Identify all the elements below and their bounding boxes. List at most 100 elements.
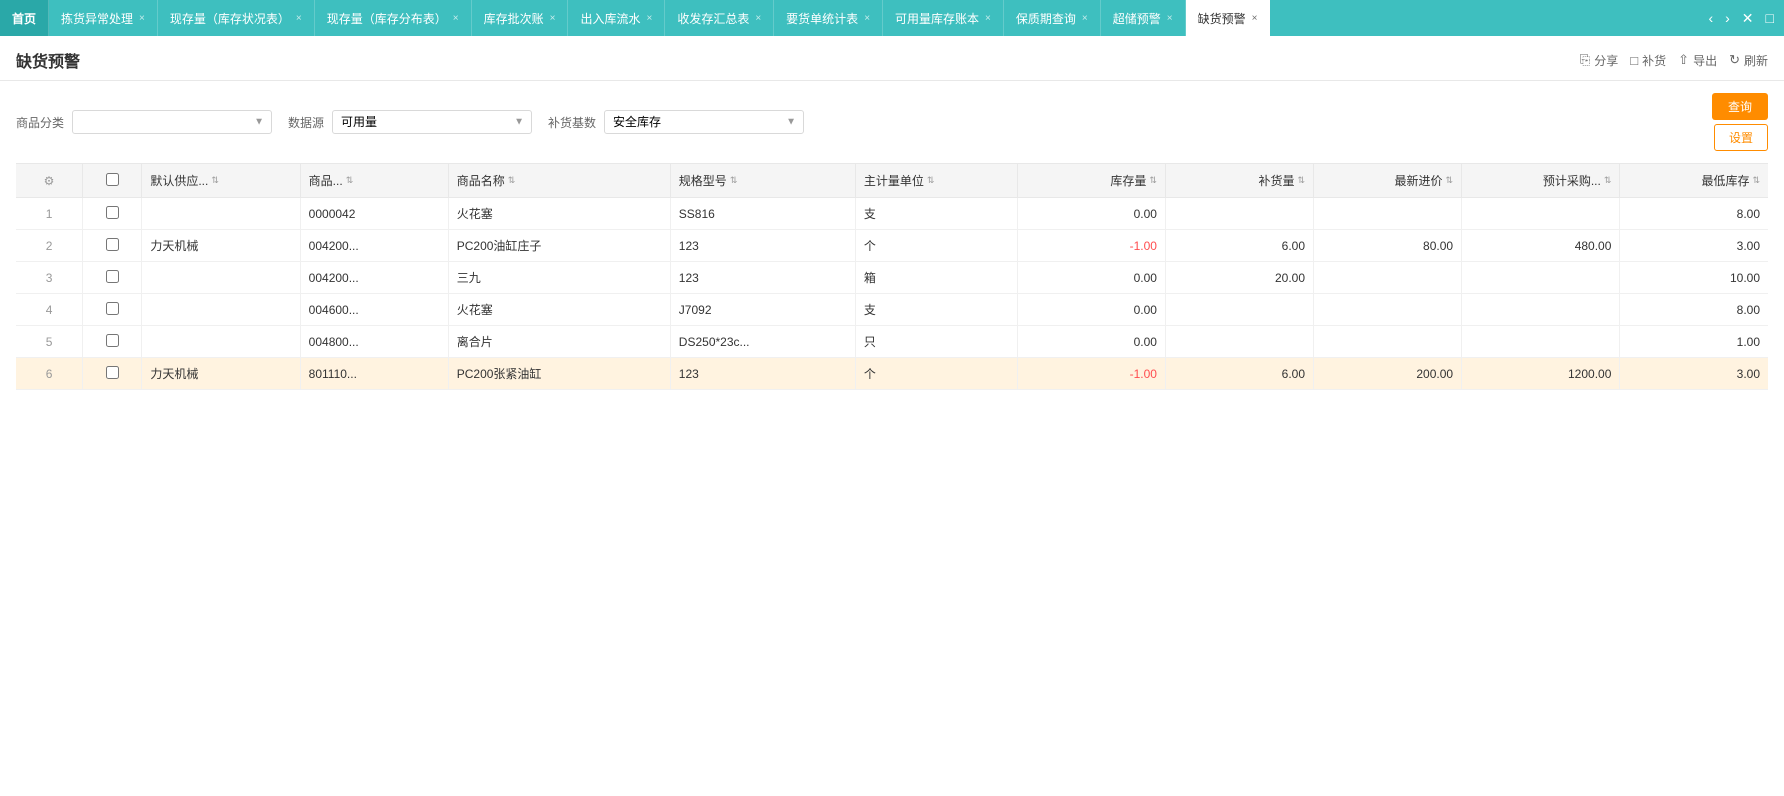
row-checkbox[interactable]	[106, 302, 119, 315]
row-supplier	[142, 326, 300, 358]
tab-order-stat[interactable]: 要货单统计表 ×	[774, 0, 883, 36]
tab-shortage[interactable]: 缺货预警 ×	[1186, 0, 1271, 36]
tab-close-button[interactable]: ✕	[1736, 6, 1760, 31]
row-spec: 123	[670, 230, 855, 262]
table-row: 5 004800... 离合片 DS250*23c... 只 0.00 1.00	[16, 326, 1768, 358]
main-content: 缺货预警 ⎘ 分享 □ 补货 ⇧ 导出 ↻ 刷新 商品分类	[0, 36, 1784, 796]
table-container: ⚙ 默认供应... ⇅ 商品... ⇅	[0, 163, 1784, 390]
row-supplier: 力天机械	[142, 358, 300, 390]
row-checkbox-cell[interactable]	[83, 358, 142, 390]
close-tab-receive[interactable]: ×	[755, 13, 761, 24]
datasource-select[interactable]: 可用量	[332, 110, 532, 134]
category-select-wrapper	[72, 110, 272, 134]
refresh-button[interactable]: ↻ 刷新	[1729, 52, 1768, 69]
sort-icon-spec: ⇅	[730, 175, 738, 186]
close-tab-batch[interactable]: ×	[550, 13, 556, 24]
row-sku: 004200...	[300, 262, 448, 294]
row-checkbox-cell[interactable]	[83, 294, 142, 326]
th-spec[interactable]: 规格型号 ⇅	[670, 164, 855, 198]
close-tab-inout[interactable]: ×	[646, 13, 652, 24]
close-tab-shortage[interactable]: ×	[1252, 13, 1258, 24]
row-sku: 004600...	[300, 294, 448, 326]
th-stock[interactable]: 库存量 ⇅	[1017, 164, 1165, 198]
sort-icon-unit: ⇅	[927, 175, 935, 186]
row-checkbox[interactable]	[106, 206, 119, 219]
row-latest-price	[1314, 198, 1462, 230]
row-supplier	[142, 262, 300, 294]
tab-overstock[interactable]: 超储预警 ×	[1101, 0, 1186, 36]
replenish-icon: □	[1630, 53, 1638, 68]
close-tab-overstock[interactable]: ×	[1167, 13, 1173, 24]
row-sku: 004200...	[300, 230, 448, 262]
tab-expiry[interactable]: 保质期查询 ×	[1004, 0, 1101, 36]
tab-batch[interactable]: 库存批次账 ×	[472, 0, 569, 36]
settings-icon[interactable]: ⚙	[44, 174, 55, 188]
row-checkbox-cell[interactable]	[83, 230, 142, 262]
replenish-base-label: 补货基数	[548, 114, 596, 131]
datasource-select-wrapper: 可用量	[332, 110, 532, 134]
share-button[interactable]: ⎘ 分享	[1580, 52, 1618, 69]
row-unit: 支	[855, 198, 1017, 230]
th-min-stock[interactable]: 最低库存 ⇅	[1620, 164, 1768, 198]
settings-button[interactable]: 设置	[1714, 124, 1768, 151]
row-replenish: 20.00	[1165, 262, 1313, 294]
row-stock: 0.00	[1017, 198, 1165, 230]
close-tab-available[interactable]: ×	[985, 13, 991, 24]
tab-prev-button[interactable]: ‹	[1702, 6, 1719, 30]
th-settings[interactable]: ⚙	[16, 164, 83, 198]
sort-icon-forecast: ⇅	[1604, 175, 1612, 186]
tab-available[interactable]: 可用量库存账本 ×	[883, 0, 1004, 36]
tab-stock-status[interactable]: 现存量（库存状况表） ×	[158, 0, 315, 36]
row-latest-price	[1314, 294, 1462, 326]
category-select[interactable]	[72, 110, 272, 134]
row-checkbox-cell[interactable]	[83, 262, 142, 294]
row-checkbox[interactable]	[106, 366, 119, 379]
row-stock: -1.00	[1017, 230, 1165, 262]
tab-home[interactable]: 首页	[0, 0, 49, 36]
row-spec: 123	[670, 262, 855, 294]
row-latest-price: 200.00	[1314, 358, 1462, 390]
close-tab-expiry[interactable]: ×	[1082, 13, 1088, 24]
th-name[interactable]: 商品名称 ⇅	[448, 164, 670, 198]
row-checkbox-cell[interactable]	[83, 326, 142, 358]
close-tab-stock-status[interactable]: ×	[296, 13, 302, 24]
row-checkbox-cell[interactable]	[83, 198, 142, 230]
tab-receive[interactable]: 收发存汇总表 ×	[665, 0, 774, 36]
close-tab-stock-dist[interactable]: ×	[453, 13, 459, 24]
export-button[interactable]: ⇧ 导出	[1678, 52, 1717, 69]
th-latest-price[interactable]: 最新进价 ⇅	[1314, 164, 1462, 198]
row-unit: 支	[855, 294, 1017, 326]
tab-expand-button[interactable]: □	[1760, 6, 1780, 30]
row-spec: DS250*23c...	[670, 326, 855, 358]
th-replenish[interactable]: 补货量 ⇅	[1165, 164, 1313, 198]
row-checkbox[interactable]	[106, 238, 119, 251]
th-sku[interactable]: 商品... ⇅	[300, 164, 448, 198]
sort-icon-sku: ⇅	[346, 175, 354, 186]
row-forecast	[1462, 262, 1620, 294]
close-tab-abnormal[interactable]: ×	[139, 13, 145, 24]
tab-inout[interactable]: 出入库流水 ×	[568, 0, 665, 36]
category-label: 商品分类	[16, 114, 64, 131]
sort-icon-name: ⇅	[508, 175, 516, 186]
query-button[interactable]: 查询	[1712, 93, 1768, 120]
row-name: 火花塞	[448, 198, 670, 230]
close-tab-order-stat[interactable]: ×	[864, 13, 870, 24]
th-forecast[interactable]: 预计采购... ⇅	[1462, 164, 1620, 198]
th-checkbox[interactable]	[83, 164, 142, 198]
row-supplier	[142, 294, 300, 326]
table-row: 6 力天机械 801110... PC200张紧油缸 123 个 -1.00 6…	[16, 358, 1768, 390]
th-unit[interactable]: 主计量单位 ⇅	[855, 164, 1017, 198]
replenish-button[interactable]: □ 补货	[1630, 52, 1666, 69]
row-checkbox[interactable]	[106, 270, 119, 283]
tab-next-button[interactable]: ›	[1719, 6, 1736, 30]
tab-abnormal[interactable]: 拣货异常处理 ×	[49, 0, 158, 36]
tab-stock-dist[interactable]: 现存量（库存分布表） ×	[315, 0, 472, 36]
select-all-checkbox[interactable]	[106, 173, 119, 186]
row-supplier	[142, 198, 300, 230]
row-checkbox[interactable]	[106, 334, 119, 347]
filter-replenish-base: 补货基数 安全库存	[548, 110, 804, 134]
replenish-base-select[interactable]: 安全库存	[604, 110, 804, 134]
row-forecast	[1462, 326, 1620, 358]
filter-bar: 商品分类 数据源 可用量 补货基数 安全库存	[0, 81, 1784, 163]
th-supplier[interactable]: 默认供应... ⇅	[142, 164, 300, 198]
